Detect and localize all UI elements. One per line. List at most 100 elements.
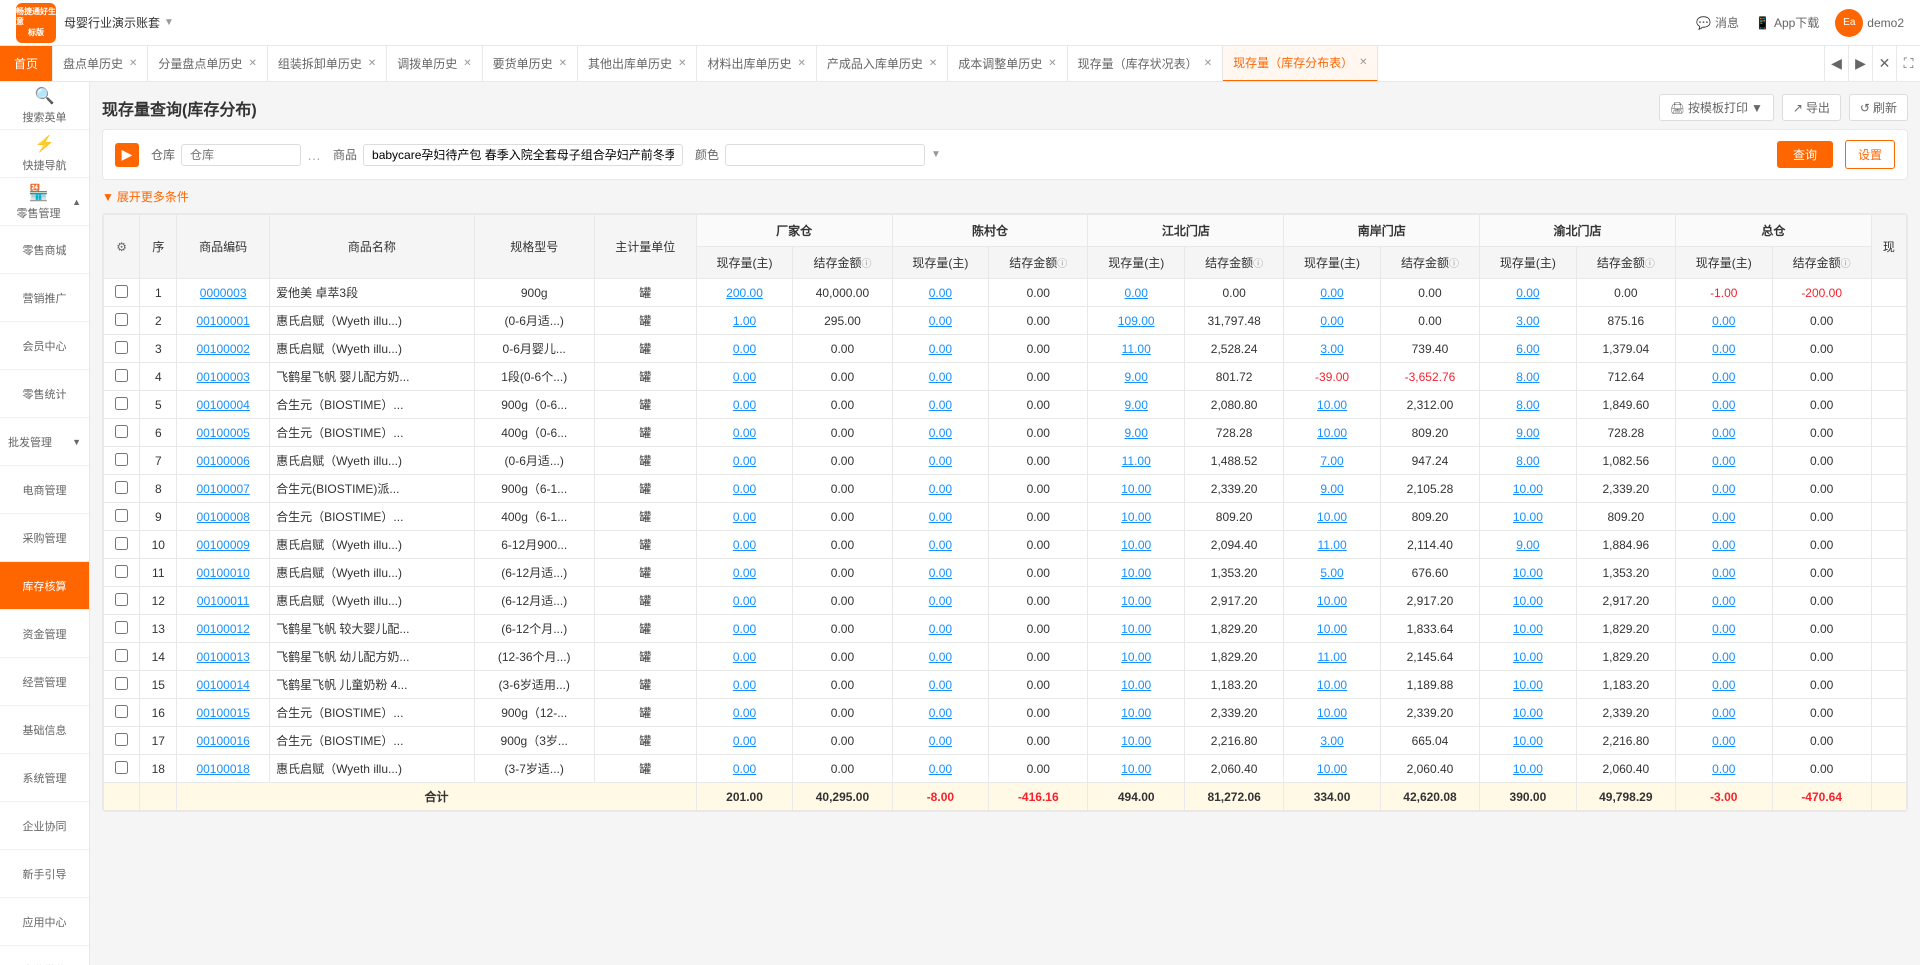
tab-cost-adjust[interactable]: 成本调整单历史 ✕ <box>948 46 1067 82</box>
row-checkbox[interactable] <box>104 755 140 783</box>
tab-home[interactable]: 首页 <box>0 46 53 82</box>
sidebar-item-wechat[interactable]: 企业微信 <box>0 946 89 965</box>
sidebar-item-member[interactable]: 会员中心 <box>0 322 89 370</box>
expand-conditions-btn[interactable]: ▼ 展开更多条件 <box>102 188 1908 205</box>
query-btn[interactable]: 查询 <box>1777 141 1833 168</box>
row-chengli-stock: 0.00 <box>892 727 989 755</box>
tab-close-material[interactable]: ✕ <box>797 58 805 69</box>
sidebar-item-purchase[interactable]: 采购管理 <box>0 514 89 562</box>
warehouse-input[interactable] <box>181 144 301 166</box>
tab-branch-stocktake[interactable]: 分量盘点单历史 ✕ <box>148 46 267 82</box>
tab-close-all-btn[interactable]: ✕ <box>1872 46 1896 82</box>
tab-close-product[interactable]: ✕ <box>929 58 937 69</box>
sidebar-item-wholesale[interactable]: 批发管理 ▼ <box>0 418 89 466</box>
sidebar-item-retail-store[interactable]: 零售商城 <box>0 226 89 274</box>
info-icon-6[interactable]: ⓘ <box>1841 259 1851 270</box>
sidebar-item-basic[interactable]: 基础信息 <box>0 706 89 754</box>
sidebar-item-retail[interactable]: 🏪 零售管理 ▲ <box>0 178 89 226</box>
row-nanan-stock: 0.00 <box>1284 307 1381 335</box>
account-selector[interactable]: 母婴行业演示账套 ▼ <box>64 14 174 31</box>
message-btn[interactable]: 💬 消息 <box>1696 14 1739 31</box>
warehouse-more-icon[interactable]: … <box>307 147 321 163</box>
export-btn[interactable]: ↗ 导出 <box>1782 94 1841 121</box>
print-btn[interactable]: 🖨 按模板打印 ▼ <box>1659 94 1774 121</box>
tab-stock-dist[interactable]: 现存量（库存分布表） ✕ <box>1223 46 1378 82</box>
row-factory-stock: 0.00 <box>696 559 793 587</box>
row-checkbox[interactable] <box>104 671 140 699</box>
row-code: 00100012 <box>177 615 270 643</box>
product-input[interactable] <box>363 144 683 166</box>
tab-close-other-out[interactable]: ✕ <box>678 58 686 69</box>
row-jiangbei-stock: 10.00 <box>1088 727 1185 755</box>
tab-close-stocktake[interactable]: ✕ <box>129 58 137 69</box>
tab-close-status[interactable]: ✕ <box>1204 58 1212 69</box>
sidebar-item-finance[interactable]: 资金管理 <box>0 610 89 658</box>
tab-purchase-order[interactable]: 要货单历史 ✕ <box>483 46 578 82</box>
sidebar-item-marketing[interactable]: 营销推广 <box>0 274 89 322</box>
tab-close-transfer[interactable]: ✕ <box>463 58 471 69</box>
row-nanan-stock: 10.00 <box>1284 587 1381 615</box>
row-unit: 罐 <box>594 391 696 419</box>
row-checkbox[interactable] <box>104 727 140 755</box>
setting-btn[interactable]: 设置 <box>1845 140 1895 169</box>
tab-stock-status[interactable]: 现存量（库存状况表） ✕ <box>1068 46 1223 82</box>
info-icon-5[interactable]: ⓘ <box>1645 259 1655 270</box>
tab-material-out[interactable]: 材料出库单历史 ✕ <box>697 46 816 82</box>
refresh-btn[interactable]: ↺ 刷新 <box>1849 94 1908 121</box>
tab-close-dist[interactable]: ✕ <box>1359 57 1367 68</box>
sidebar-item-enterprise[interactable]: 企业协同 <box>0 802 89 850</box>
collapse-btn[interactable]: ▶ <box>115 143 139 167</box>
row-checkbox[interactable] <box>104 587 140 615</box>
color-input[interactable] <box>725 144 925 166</box>
row-jiangbei-stock: 10.00 <box>1088 503 1185 531</box>
row-checkbox[interactable] <box>104 307 140 335</box>
tab-transfer[interactable]: 调拨单历史 ✕ <box>387 46 482 82</box>
info-icon-1[interactable]: ⓘ <box>861 259 871 270</box>
row-checkbox[interactable] <box>104 531 140 559</box>
sidebar-item-appstore[interactable]: 应用中心 <box>0 898 89 946</box>
sidebar-item-search[interactable]: 🔍 搜索英单 <box>0 82 89 130</box>
row-checkbox[interactable] <box>104 559 140 587</box>
row-checkbox[interactable] <box>104 279 140 307</box>
app-download-btn[interactable]: 📱 App下载 <box>1755 14 1819 31</box>
info-icon-2[interactable]: ⓘ <box>1057 259 1067 270</box>
row-checkbox[interactable] <box>104 391 140 419</box>
tab-fullscreen-btn[interactable]: ⛶ <box>1896 46 1920 82</box>
row-checkbox[interactable] <box>104 699 140 727</box>
tab-prev-btn[interactable]: ◀ <box>1824 46 1848 82</box>
wholesale-expand-icon: ▼ <box>72 437 81 447</box>
sidebar-item-shortcut[interactable]: ⚡ 快捷导航 <box>0 130 89 178</box>
tab-combo[interactable]: 组装拆卸单历史 ✕ <box>268 46 387 82</box>
sidebar-item-guide[interactable]: 新手引导 <box>0 850 89 898</box>
row-checkbox[interactable] <box>104 615 140 643</box>
account-name: 母婴行业演示账套 <box>64 14 160 31</box>
sidebar-item-ecommerce[interactable]: 电商管理 <box>0 466 89 514</box>
row-no: 6 <box>140 419 177 447</box>
row-yubei-amount: 0.00 <box>1576 279 1675 307</box>
sidebar-item-retail-stats[interactable]: 零售统计 <box>0 370 89 418</box>
tab-close-combo[interactable]: ✕ <box>368 58 376 69</box>
row-checkbox[interactable] <box>104 363 140 391</box>
tab-other-out[interactable]: 其他出库单历史 ✕ <box>578 46 697 82</box>
row-checkbox[interactable] <box>104 447 140 475</box>
row-checkbox[interactable] <box>104 419 140 447</box>
sidebar-item-inventory[interactable]: 库存核算 <box>0 562 89 610</box>
tab-close-purchase[interactable]: ✕ <box>559 58 567 69</box>
tab-product-in[interactable]: 产成品入库单历史 ✕ <box>817 46 948 82</box>
tab-stocktake[interactable]: 盘点单历史 ✕ <box>53 46 148 82</box>
tab-close-cost[interactable]: ✕ <box>1048 58 1056 69</box>
info-icon-3[interactable]: ⓘ <box>1253 259 1263 270</box>
row-checkbox[interactable] <box>104 475 140 503</box>
sidebar-item-system[interactable]: 系统管理 <box>0 754 89 802</box>
row-checkbox[interactable] <box>104 643 140 671</box>
row-spec: 6-12月900... <box>474 531 594 559</box>
tab-close-branch[interactable]: ✕ <box>248 58 256 69</box>
user-menu[interactable]: Ea demo2 <box>1835 9 1904 37</box>
row-checkbox[interactable] <box>104 335 140 363</box>
sidebar-item-operations[interactable]: 经营管理 <box>0 658 89 706</box>
info-icon-4[interactable]: ⓘ <box>1449 259 1459 270</box>
gear-icon[interactable]: ⚙ <box>116 240 127 254</box>
row-checkbox[interactable] <box>104 503 140 531</box>
color-dropdown-icon: ▼ <box>931 149 941 160</box>
tab-next-btn[interactable]: ▶ <box>1848 46 1872 82</box>
